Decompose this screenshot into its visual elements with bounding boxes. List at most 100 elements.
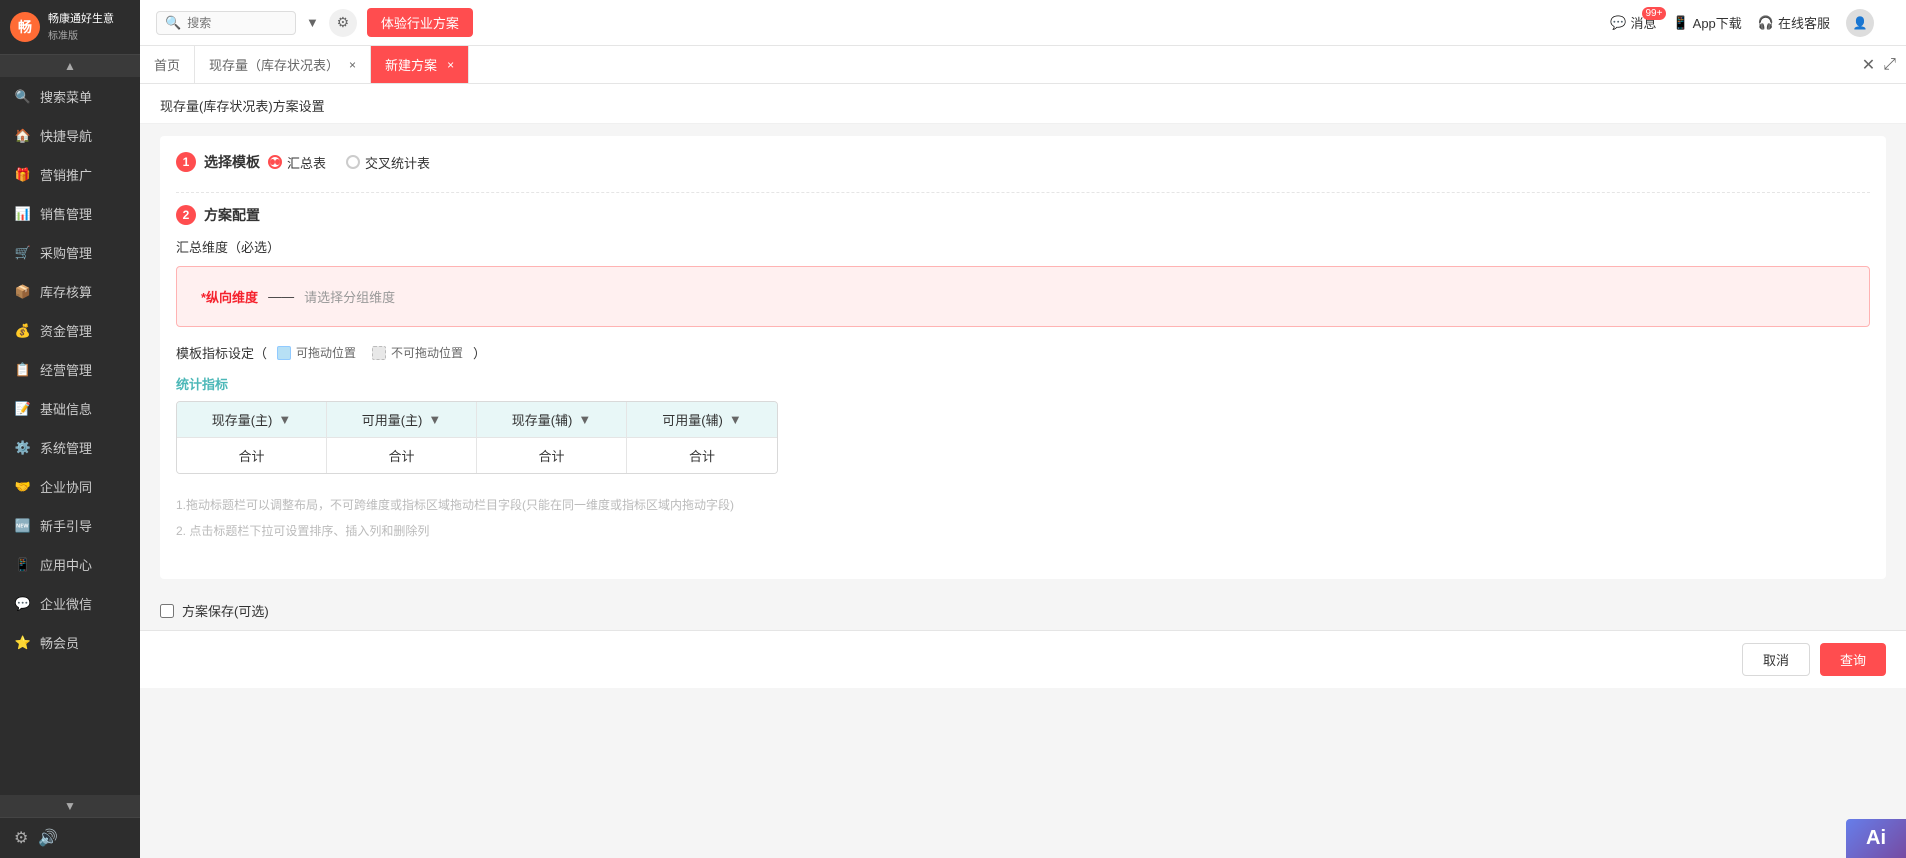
tab-new-plan[interactable]: 新建方案 × bbox=[371, 46, 469, 83]
tab-home[interactable]: 首页 bbox=[140, 46, 195, 83]
sidebar-item-label: 搜索菜单 bbox=[40, 87, 92, 106]
topbar-app-download[interactable]: 📱 App下载 bbox=[1672, 13, 1741, 32]
tab-new-plan-close[interactable]: × bbox=[447, 58, 454, 72]
header-label-2: 现存量(辅) bbox=[512, 410, 573, 429]
header-cell-0[interactable]: 现存量(主) ▼ bbox=[177, 402, 327, 437]
main-content: 🔍 ▼ ⚙ 体验行业方案 💬 消息 99+ 📱 App下载 🎧 在线客服 bbox=[140, 0, 1906, 858]
dimension-required-label: *纵向维度 bbox=[201, 287, 258, 306]
stats-title: 统计指标 bbox=[176, 374, 1870, 393]
info-icon: 📝 bbox=[14, 400, 32, 418]
topbar-settings-btn[interactable]: ⚙ bbox=[329, 9, 357, 37]
topbar-dropdown-arrow[interactable]: ▼ bbox=[306, 15, 319, 30]
sidebar-footer: ⚙ 🔊 bbox=[0, 817, 140, 858]
search-input[interactable] bbox=[187, 16, 287, 30]
dimension-arrow: —— bbox=[268, 289, 294, 304]
query-button[interactable]: 查询 bbox=[1820, 643, 1886, 676]
radio-summary[interactable]: 汇总表 bbox=[268, 153, 326, 172]
sidebar-item-label: 销售管理 bbox=[40, 204, 92, 223]
message-icon: 💬 bbox=[1610, 15, 1626, 31]
sidebar-item-quick-nav[interactable]: 🏠 快捷导航 bbox=[0, 116, 140, 155]
sidebar-item-basic[interactable]: 📝 基础信息 bbox=[0, 389, 140, 428]
clipboard-icon: 📋 bbox=[14, 361, 32, 379]
tab-inventory[interactable]: 现存量（库存状况表） × bbox=[195, 46, 371, 83]
sidebar-item-label: 企业微信 bbox=[40, 594, 92, 613]
legend-movable-box bbox=[277, 346, 291, 360]
chat-icon: 💬 bbox=[14, 595, 32, 613]
sidebar-item-marketing[interactable]: 🎁 营销推广 bbox=[0, 155, 140, 194]
summary-dimension-label: 汇总维度（必选） bbox=[176, 237, 1870, 256]
tab-inventory-close[interactable]: × bbox=[349, 58, 356, 72]
stats-table-row: 合计 合计 合计 合计 bbox=[177, 437, 777, 473]
step1-section: 1 选择模板 汇总表 交叉统计表 bbox=[176, 152, 1870, 172]
cancel-button[interactable]: 取消 bbox=[1742, 643, 1810, 676]
topbar-search-box[interactable]: 🔍 bbox=[156, 11, 296, 35]
header-label-1: 可用量(主) bbox=[362, 410, 423, 429]
tips-section: 1.拖动标题栏可以调整布局，不可跨维度或指标区域拖动栏目字段(只能在同一维度或指… bbox=[176, 493, 1870, 543]
settings-footer-icon[interactable]: ⚙ bbox=[14, 828, 28, 848]
save-label: 方案保存(可选) bbox=[182, 601, 269, 620]
radio-summary-label: 汇总表 bbox=[287, 153, 326, 172]
sidebar-item-label: 基础信息 bbox=[40, 399, 92, 418]
sidebar-item-guide[interactable]: 🆕 新手引导 bbox=[0, 506, 140, 545]
topbar-messages[interactable]: 💬 消息 99+ bbox=[1610, 13, 1656, 32]
template-radio-group: 汇总表 交叉统计表 bbox=[268, 153, 430, 172]
header-cell-2[interactable]: 现存量(辅) ▼ bbox=[477, 402, 627, 437]
content-area: 现存量(库存状况表)方案设置 1 选择模板 汇总表 交叉统计表 bbox=[140, 84, 1906, 858]
search-icon: 🔍 bbox=[14, 88, 32, 106]
avatar-initials: 👤 bbox=[1853, 16, 1868, 30]
sidebar-item-apps[interactable]: 📱 应用中心 bbox=[0, 545, 140, 584]
sidebar-item-label: 资金管理 bbox=[40, 321, 92, 340]
sidebar-scroll-up[interactable]: ▲ bbox=[0, 55, 140, 77]
handshake-icon: 🤝 bbox=[14, 478, 32, 496]
sidebar-item-operations[interactable]: 📋 经营管理 bbox=[0, 350, 140, 389]
sidebar-item-search[interactable]: 🔍 搜索菜单 bbox=[0, 77, 140, 116]
sound-footer-icon[interactable]: 🔊 bbox=[38, 828, 58, 848]
step1-number: 1 bbox=[176, 152, 196, 172]
header-dropdown-3[interactable]: ▼ bbox=[729, 412, 742, 427]
data-cell-3: 合计 bbox=[627, 438, 777, 473]
topbar-online-service[interactable]: 🎧 在线客服 bbox=[1758, 13, 1830, 32]
gear-icon: ⚙️ bbox=[14, 439, 32, 457]
dimension-placeholder: 请选择分组维度 bbox=[304, 287, 395, 306]
topbar-right: 💬 消息 99+ 📱 App下载 🎧 在线客服 👤 bbox=[1610, 9, 1890, 37]
sidebar-scroll-down[interactable]: ▼ bbox=[0, 795, 140, 817]
star-icon: ⭐ bbox=[14, 634, 32, 652]
sidebar-items-list: 🔍 搜索菜单 🏠 快捷导航 🎁 营销推广 📊 销售管理 🛒 采购管理 📦 库存核… bbox=[0, 77, 140, 795]
header-dropdown-2[interactable]: ▼ bbox=[578, 412, 591, 427]
new-icon: 🆕 bbox=[14, 517, 32, 535]
settings-panel: 1 选择模板 汇总表 交叉统计表 bbox=[160, 136, 1886, 579]
save-row: 方案保存(可选) bbox=[140, 591, 1906, 630]
sidebar-item-sales[interactable]: 📊 销售管理 bbox=[0, 194, 140, 233]
stats-section: 统计指标 现存量(主) ▼ 可用量(主) ▼ bbox=[176, 374, 1870, 477]
search-icon: 🔍 bbox=[165, 15, 181, 31]
window-close-icon[interactable]: ✕ bbox=[1862, 55, 1875, 75]
trial-btn[interactable]: 体验行业方案 bbox=[367, 8, 473, 37]
ai-badge: Ai bbox=[1846, 819, 1906, 858]
window-expand-icon[interactable]: ⤢ bbox=[1883, 56, 1896, 74]
sidebar-item-wechat[interactable]: 💬 企业微信 bbox=[0, 584, 140, 623]
sidebar-item-contract[interactable]: 🤝 企业协同 bbox=[0, 467, 140, 506]
sidebar-item-member[interactable]: ⭐ 畅会员 bbox=[0, 623, 140, 662]
sidebar: 畅 畅康通好生意 标准版 ▲ 🔍 搜索菜单 🏠 快捷导航 🎁 营销推广 📊 销售… bbox=[0, 0, 140, 858]
footer-bar: 取消 查询 bbox=[140, 630, 1906, 688]
step1-header: 1 选择模板 汇总表 交叉统计表 bbox=[176, 152, 1870, 172]
sidebar-item-inventory[interactable]: 📦 库存核算 bbox=[0, 272, 140, 311]
header-cell-1[interactable]: 可用量(主) ▼ bbox=[327, 402, 477, 437]
app-logo-icon: 畅 bbox=[10, 12, 40, 42]
indicator-setting-row: 模板指标设定（ 可拖动位置 不可拖动位置 ） bbox=[176, 343, 1870, 362]
sidebar-item-purchase[interactable]: 🛒 采购管理 bbox=[0, 233, 140, 272]
header-dropdown-1[interactable]: ▼ bbox=[428, 412, 441, 427]
box-icon: 📦 bbox=[14, 283, 32, 301]
save-checkbox[interactable] bbox=[160, 604, 174, 618]
tip-2: 2. 点击标题栏下拉可设置排序、插入列和删除列 bbox=[176, 519, 1870, 543]
dimension-config-box[interactable]: *纵向维度 —— 请选择分组维度 bbox=[176, 266, 1870, 327]
header-cell-3[interactable]: 可用量(辅) ▼ bbox=[627, 402, 777, 437]
step1-title: 选择模板 bbox=[204, 152, 260, 172]
radio-cross[interactable]: 交叉统计表 bbox=[346, 153, 430, 172]
sidebar-item-system[interactable]: ⚙️ 系统管理 bbox=[0, 428, 140, 467]
gift-icon: 🎁 bbox=[14, 166, 32, 184]
header-dropdown-0[interactable]: ▼ bbox=[278, 412, 291, 427]
legend-fixed: 不可拖动位置 bbox=[372, 344, 463, 361]
sidebar-item-label: 应用中心 bbox=[40, 555, 92, 574]
sidebar-item-finance[interactable]: 💰 资金管理 bbox=[0, 311, 140, 350]
